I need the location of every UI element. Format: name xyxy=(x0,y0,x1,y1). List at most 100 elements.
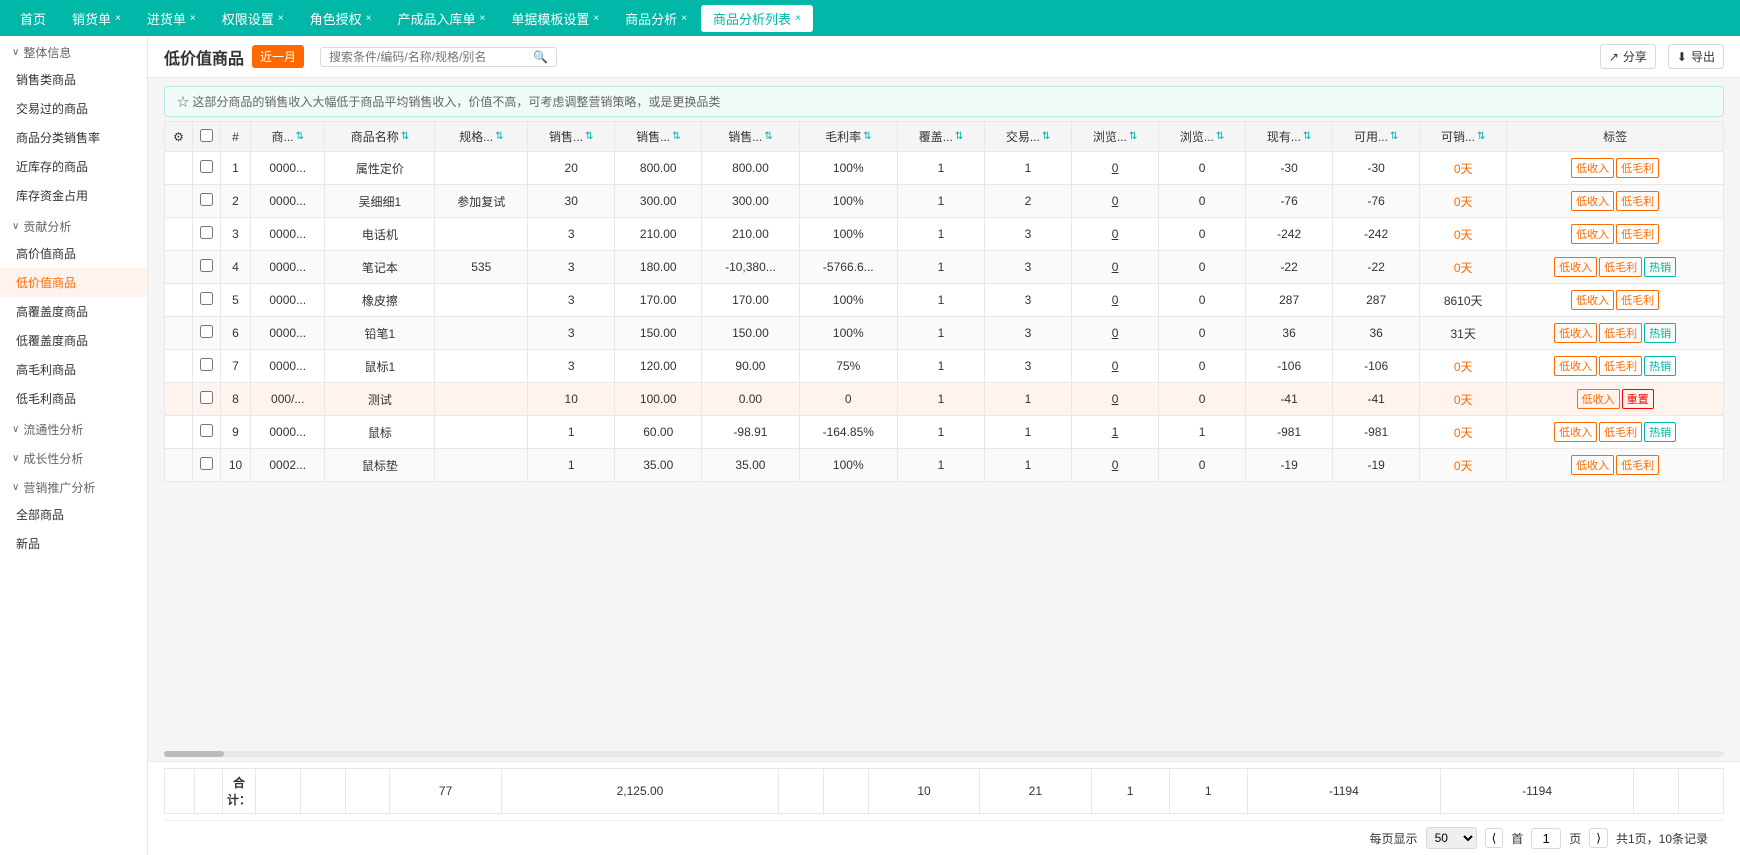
row-checkbox[interactable] xyxy=(200,259,213,272)
nav-item-产成品入库单[interactable]: 产成品入库单× xyxy=(385,5,497,32)
row-checkbox[interactable] xyxy=(200,160,213,173)
th-code[interactable]: 商...⇅ xyxy=(251,122,325,152)
scrollbar-thumb[interactable] xyxy=(164,751,224,757)
nav-item-单据模板设置[interactable]: 单据模板设置× xyxy=(499,5,611,32)
sidebar-group-贡献分析[interactable]: ∨贡献分析 xyxy=(0,210,147,239)
cell-check[interactable] xyxy=(193,218,221,251)
cell-browse1[interactable]: 0 xyxy=(1072,350,1159,383)
nav-item-权限设置[interactable]: 权限设置× xyxy=(210,5,296,32)
sidebar-item-新品[interactable]: 新品 xyxy=(0,529,147,558)
sidebar-item-低覆盖度商品[interactable]: 低覆盖度商品 xyxy=(0,326,147,355)
nav-close-icon[interactable]: × xyxy=(795,13,801,24)
nav-item-商品分析列表[interactable]: 商品分析列表× xyxy=(701,5,813,32)
cell-browse1[interactable]: 0 xyxy=(1072,449,1159,482)
cell-browse1[interactable]: 1 xyxy=(1072,416,1159,449)
row-checkbox[interactable] xyxy=(200,193,213,206)
cell-check[interactable] xyxy=(193,152,221,185)
cell-check[interactable] xyxy=(193,350,221,383)
th-sale3[interactable]: 销售...⇅ xyxy=(702,122,799,152)
sidebar-item-高毛利商品[interactable]: 高毛利商品 xyxy=(0,355,147,384)
th-current[interactable]: 现有...⇅ xyxy=(1246,122,1333,152)
nav-close-icon[interactable]: × xyxy=(115,13,121,24)
sidebar-group-成长性分析[interactable]: ∨成长性分析 xyxy=(0,442,147,471)
cell-browse1[interactable]: 0 xyxy=(1072,152,1159,185)
share-button[interactable]: ↗ 分享 xyxy=(1600,44,1656,69)
cell-browse1[interactable]: 0 xyxy=(1072,218,1159,251)
th-browse1[interactable]: 浏览...⇅ xyxy=(1072,122,1159,152)
th-available[interactable]: 可用...⇅ xyxy=(1333,122,1420,152)
export-button[interactable]: ⬇ 导出 xyxy=(1668,44,1724,69)
sidebar-item-低价值商品[interactable]: 低价值商品 xyxy=(0,268,147,297)
row-checkbox[interactable] xyxy=(200,424,213,437)
nav-close-icon[interactable]: × xyxy=(681,13,687,24)
table-container[interactable]: ⚙ # 商...⇅ 商品名称⇅ 规格...⇅ 销售...⇅ 销售...⇅ 销售.… xyxy=(148,121,1740,751)
cell-check[interactable] xyxy=(193,449,221,482)
th-sale1[interactable]: 销售...⇅ xyxy=(528,122,615,152)
per-page-select[interactable]: 50 100 xyxy=(1426,827,1477,849)
sort-icon-name: ⇅ xyxy=(401,131,409,142)
scrollbar-track[interactable] xyxy=(164,751,1724,757)
cell-browse1[interactable]: 0 xyxy=(1072,251,1159,284)
sidebar-item-高价值商品[interactable]: 高价值商品 xyxy=(0,239,147,268)
nav-item-首页[interactable]: 首页 xyxy=(8,5,58,32)
nav-item-商品分析[interactable]: 商品分析× xyxy=(613,5,699,32)
sidebar-group-营销推广分析[interactable]: ∨营销推广分析 xyxy=(0,471,147,500)
row-checkbox[interactable] xyxy=(200,391,213,404)
nav-close-icon[interactable]: × xyxy=(278,13,284,24)
first-page-button[interactable]: ⟨ xyxy=(1485,828,1504,848)
sidebar-group-整体信息[interactable]: ∨整体信息 xyxy=(0,36,147,65)
cell-browse1[interactable]: 0 xyxy=(1072,185,1159,218)
nav-item-进货单[interactable]: 进货单× xyxy=(135,5,208,32)
row-checkbox[interactable] xyxy=(200,457,213,470)
cell-spec: 535 xyxy=(435,251,528,284)
sidebar-item-近库存的商品[interactable]: 近库存的商品 xyxy=(0,152,147,181)
sidebar-item-高覆盖度商品[interactable]: 高覆盖度商品 xyxy=(0,297,147,326)
sidebar-item-低毛利商品[interactable]: 低毛利商品 xyxy=(0,384,147,413)
sidebar-item-商品分类销售率[interactable]: 商品分类销售率 xyxy=(0,123,147,152)
sidebar-group-流通性分析[interactable]: ∨流通性分析 xyxy=(0,413,147,442)
search-input[interactable] xyxy=(329,50,529,64)
cell-check[interactable] xyxy=(193,416,221,449)
cell-check[interactable] xyxy=(193,251,221,284)
th-browse2[interactable]: 浏览...⇅ xyxy=(1159,122,1246,152)
nav-item-销货单[interactable]: 销货单× xyxy=(60,5,133,32)
cell-available: -106 xyxy=(1333,350,1420,383)
cell-trade: 1 xyxy=(985,416,1072,449)
th-trade[interactable]: 交易...⇅ xyxy=(985,122,1072,152)
row-checkbox[interactable] xyxy=(200,358,213,371)
nav-close-icon[interactable]: × xyxy=(593,13,599,24)
th-cover[interactable]: 覆盖...⇅ xyxy=(897,122,984,152)
nav-close-icon[interactable]: × xyxy=(366,13,372,24)
cell-sale2: 100.00 xyxy=(615,383,702,416)
cell-check[interactable] xyxy=(193,284,221,317)
nav-close-icon[interactable]: × xyxy=(479,13,485,24)
time-filter-button[interactable]: 近一月 xyxy=(252,45,304,68)
th-sale2[interactable]: 销售...⇅ xyxy=(615,122,702,152)
nav-close-icon[interactable]: × xyxy=(190,13,196,24)
th-margin[interactable]: 毛利率⇅ xyxy=(799,122,897,152)
cell-check[interactable] xyxy=(193,383,221,416)
search-icon[interactable]: 🔍 xyxy=(533,50,548,64)
cell-browse1[interactable]: 0 xyxy=(1072,284,1159,317)
cell-browse1[interactable]: 0 xyxy=(1072,383,1159,416)
row-checkbox[interactable] xyxy=(200,292,213,305)
cell-browse1[interactable]: 0 xyxy=(1072,317,1159,350)
next-page-button[interactable]: ⟩ xyxy=(1589,828,1608,848)
cell-check[interactable] xyxy=(193,185,221,218)
page-number-input[interactable] xyxy=(1531,828,1561,849)
row-checkbox[interactable] xyxy=(200,325,213,338)
sidebar-item-销售类商品[interactable]: 销售类商品 xyxy=(0,65,147,94)
cell-check[interactable] xyxy=(193,317,221,350)
th-name[interactable]: 商品名称⇅ xyxy=(325,122,435,152)
sidebar-item-交易过的商品[interactable]: 交易过的商品 xyxy=(0,94,147,123)
total-sale2: 2,125.00 xyxy=(501,769,778,814)
row-checkbox[interactable] xyxy=(200,226,213,239)
th-gear[interactable]: ⚙ xyxy=(165,122,193,152)
sidebar-item-库存资金占用[interactable]: 库存资金占用 xyxy=(0,181,147,210)
nav-item-角色授权[interactable]: 角色授权× xyxy=(298,5,384,32)
cell-cover: 1 xyxy=(897,317,984,350)
sidebar-item-全部商品[interactable]: 全部商品 xyxy=(0,500,147,529)
select-all-checkbox[interactable] xyxy=(200,129,213,142)
th-sellable[interactable]: 可销...⇅ xyxy=(1420,122,1507,152)
th-spec[interactable]: 规格...⇅ xyxy=(435,122,528,152)
